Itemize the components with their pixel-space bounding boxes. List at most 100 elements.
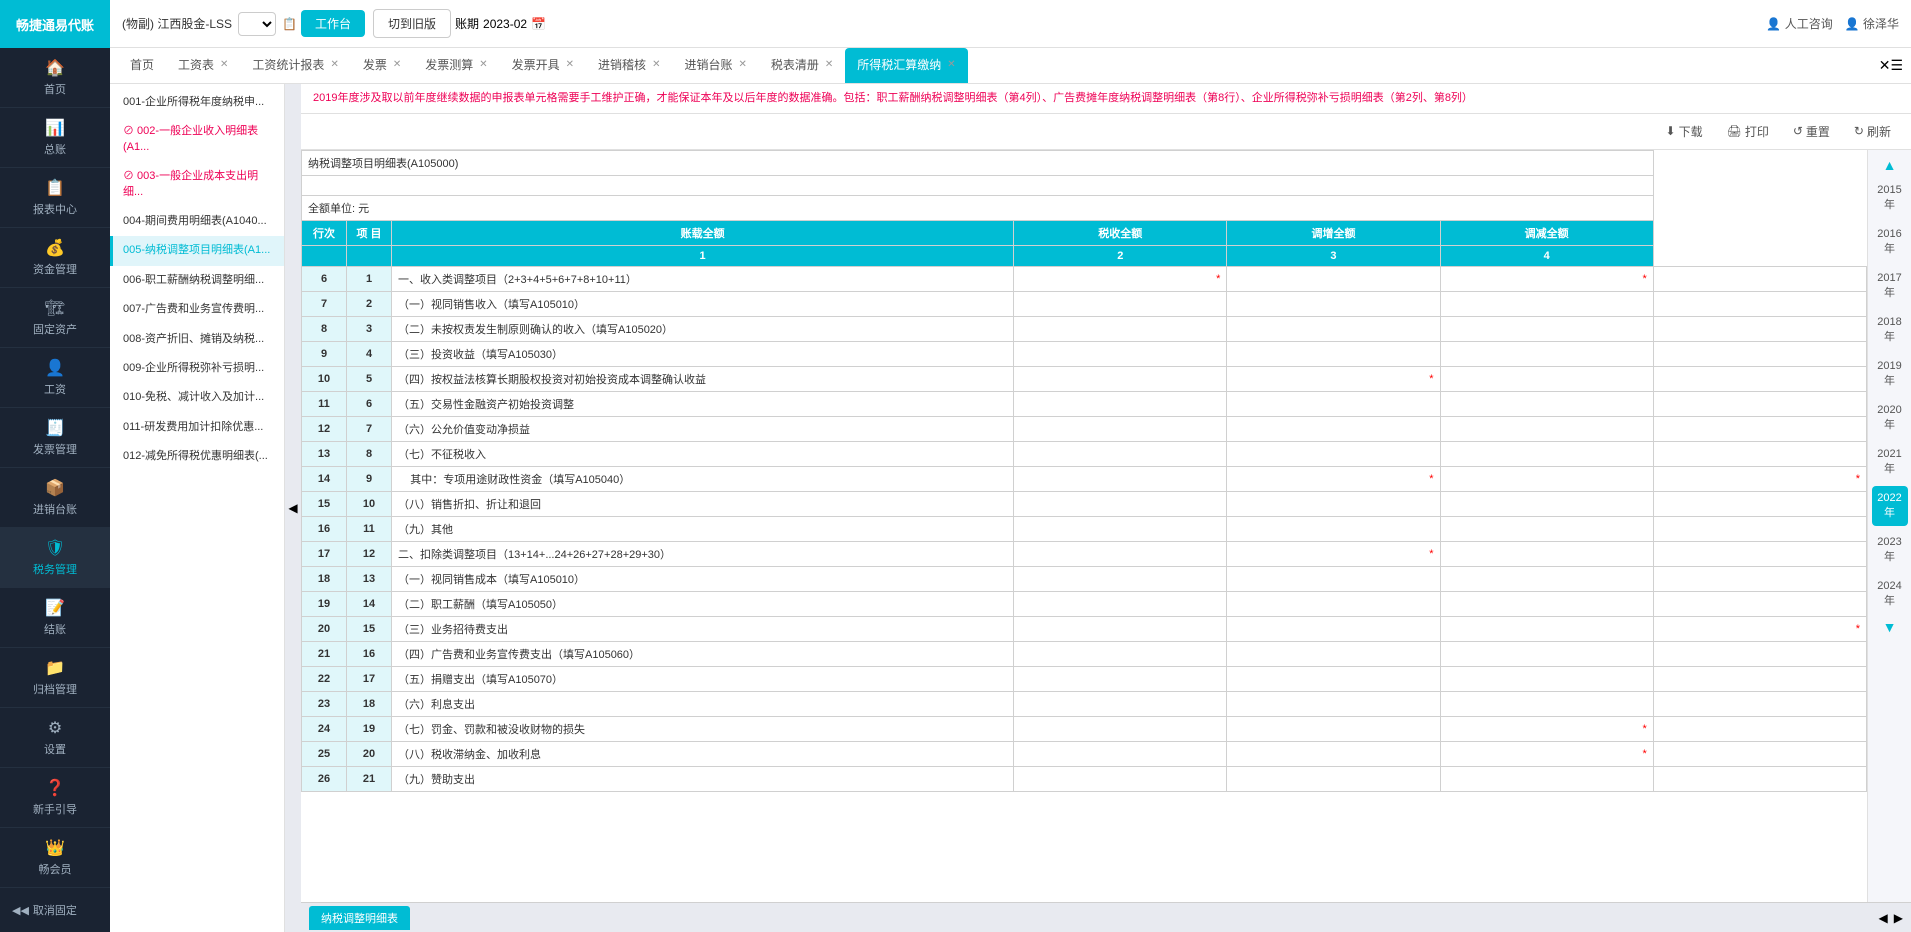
- col3-4[interactable]: [1440, 341, 1653, 366]
- col4-11[interactable]: [1653, 516, 1866, 541]
- col2-6[interactable]: [1227, 391, 1440, 416]
- tab-invoice-issue-close[interactable]: ✕: [566, 59, 574, 70]
- tab-invoice-close[interactable]: ✕: [393, 59, 401, 70]
- col3-11[interactable]: [1440, 516, 1653, 541]
- col2-7[interactable]: [1227, 416, 1440, 441]
- col2-12[interactable]: *: [1227, 541, 1440, 566]
- toggle-panel-button[interactable]: ◀: [285, 84, 301, 932]
- col4-14[interactable]: [1653, 591, 1866, 616]
- col3-6[interactable]: [1440, 391, 1653, 416]
- col1-16[interactable]: [1014, 641, 1227, 666]
- sidebar-item-purchase-sales[interactable]: 📦 进销台账: [0, 468, 110, 528]
- left-item-005[interactable]: 005-纳税调整项目明细表(A1...: [110, 236, 284, 265]
- col3-13[interactable]: [1440, 566, 1653, 591]
- sidebar-item-guide[interactable]: ❓ 新手引导: [0, 768, 110, 828]
- col3-1[interactable]: *: [1440, 266, 1653, 291]
- sidebar-item-home[interactable]: 🏠 首页: [0, 48, 110, 108]
- col2-19[interactable]: [1227, 716, 1440, 741]
- calendar-icon[interactable]: 📅: [531, 17, 546, 31]
- col3-10[interactable]: [1440, 491, 1653, 516]
- tab-invoice-calc-close[interactable]: ✕: [479, 59, 487, 70]
- col2-17[interactable]: [1227, 666, 1440, 691]
- col4-9[interactable]: *: [1653, 466, 1866, 491]
- col4-21[interactable]: [1653, 766, 1866, 791]
- left-item-003[interactable]: ⊘ 003-一般企业成本支出明细...: [110, 162, 284, 207]
- col1-19[interactable]: [1014, 716, 1227, 741]
- year-2020[interactable]: 2020年: [1872, 398, 1908, 438]
- tab-tax-list-close[interactable]: ✕: [825, 59, 833, 70]
- col1-10[interactable]: [1014, 491, 1227, 516]
- col2-13[interactable]: [1227, 566, 1440, 591]
- col1-1[interactable]: *: [1014, 266, 1227, 291]
- col2-15[interactable]: [1227, 616, 1440, 641]
- sidebar-item-general-ledger[interactable]: 📊 总账: [0, 108, 110, 168]
- col4-7[interactable]: [1653, 416, 1866, 441]
- tab-invoice-issue[interactable]: 发票开具 ✕: [500, 48, 586, 83]
- col3-9[interactable]: [1440, 466, 1653, 491]
- tab-invoice-calc[interactable]: 发票测算 ✕: [413, 48, 499, 83]
- col2-11[interactable]: [1227, 516, 1440, 541]
- col2-4[interactable]: [1227, 341, 1440, 366]
- col2-14[interactable]: [1227, 591, 1440, 616]
- tab-purchase-ledger[interactable]: 进销台账 ✕: [672, 48, 758, 83]
- sidebar-item-settings[interactable]: ⚙ 设置: [0, 708, 110, 768]
- col2-10[interactable]: [1227, 491, 1440, 516]
- consult-button[interactable]: 👤 人工咨询: [1766, 15, 1832, 32]
- col1-14[interactable]: [1014, 591, 1227, 616]
- tab-income-tax-close[interactable]: ✕: [947, 59, 955, 70]
- col4-19[interactable]: [1653, 716, 1866, 741]
- user-avatar[interactable]: 👤 徐泽华: [1845, 15, 1899, 32]
- col4-4[interactable]: [1653, 341, 1866, 366]
- tab-payroll[interactable]: 工资表 ✕: [166, 48, 240, 83]
- tab-tax-list[interactable]: 税表清册 ✕: [759, 48, 845, 83]
- download-button[interactable]: ⬇ 下载: [1658, 120, 1711, 143]
- left-item-009[interactable]: 009-企业所得税弥补亏损明...: [110, 354, 284, 383]
- col2-1[interactable]: [1227, 266, 1440, 291]
- copy-icon[interactable]: 📋: [282, 17, 297, 31]
- col3-8[interactable]: [1440, 441, 1653, 466]
- col4-18[interactable]: [1653, 691, 1866, 716]
- company-dropdown[interactable]: [238, 12, 276, 36]
- tab-income-tax[interactable]: 所得税汇算缴纳 ✕: [845, 48, 967, 83]
- col4-13[interactable]: [1653, 566, 1866, 591]
- col3-20[interactable]: *: [1440, 741, 1653, 766]
- col4-15[interactable]: *: [1653, 616, 1866, 641]
- col1-15[interactable]: [1014, 616, 1227, 641]
- col3-17[interactable]: [1440, 666, 1653, 691]
- col1-17[interactable]: [1014, 666, 1227, 691]
- col1-21[interactable]: [1014, 766, 1227, 791]
- col4-17[interactable]: [1653, 666, 1866, 691]
- table-wrapper[interactable]: 纳税调整项目明细表(A105000) 全额单位: 元: [301, 150, 1867, 903]
- col4-3[interactable]: [1653, 316, 1866, 341]
- col4-16[interactable]: [1653, 641, 1866, 666]
- col2-20[interactable]: [1227, 741, 1440, 766]
- year-2021[interactable]: 2021年: [1872, 442, 1908, 482]
- year-2019[interactable]: 2019年: [1872, 354, 1908, 394]
- sidebar-item-funds[interactable]: 💰 资金管理: [0, 228, 110, 288]
- scroll-right-icon[interactable]: ▶: [1894, 911, 1903, 925]
- col2-5[interactable]: *: [1227, 366, 1440, 391]
- col3-14[interactable]: [1440, 591, 1653, 616]
- col3-12[interactable]: [1440, 541, 1653, 566]
- refresh-button[interactable]: ↻ 刷新: [1846, 120, 1899, 143]
- col2-9[interactable]: *: [1227, 466, 1440, 491]
- col3-5[interactable]: [1440, 366, 1653, 391]
- col1-5[interactable]: [1014, 366, 1227, 391]
- year-scroll-down[interactable]: ▼: [1872, 616, 1908, 638]
- col4-12[interactable]: [1653, 541, 1866, 566]
- col2-3[interactable]: [1227, 316, 1440, 341]
- unpin-button[interactable]: ◀◀ 取消固定: [8, 896, 102, 924]
- tab-payroll-stats[interactable]: 工资统计报表 ✕: [240, 48, 350, 83]
- sidebar-item-invoice[interactable]: 🧾 发票管理: [0, 408, 110, 468]
- col3-2[interactable]: [1440, 291, 1653, 316]
- col1-12[interactable]: [1014, 541, 1227, 566]
- col1-2[interactable]: [1014, 291, 1227, 316]
- col4-5[interactable]: [1653, 366, 1866, 391]
- col1-18[interactable]: [1014, 691, 1227, 716]
- left-item-008[interactable]: 008-资产折旧、摊销及纳税...: [110, 325, 284, 354]
- workbench-button[interactable]: 工作台: [301, 10, 365, 37]
- year-2015[interactable]: 2015年: [1872, 178, 1908, 218]
- col4-2[interactable]: [1653, 291, 1866, 316]
- col2-18[interactable]: [1227, 691, 1440, 716]
- bottom-tab-adjustment[interactable]: 纳税调整明细表: [309, 906, 410, 930]
